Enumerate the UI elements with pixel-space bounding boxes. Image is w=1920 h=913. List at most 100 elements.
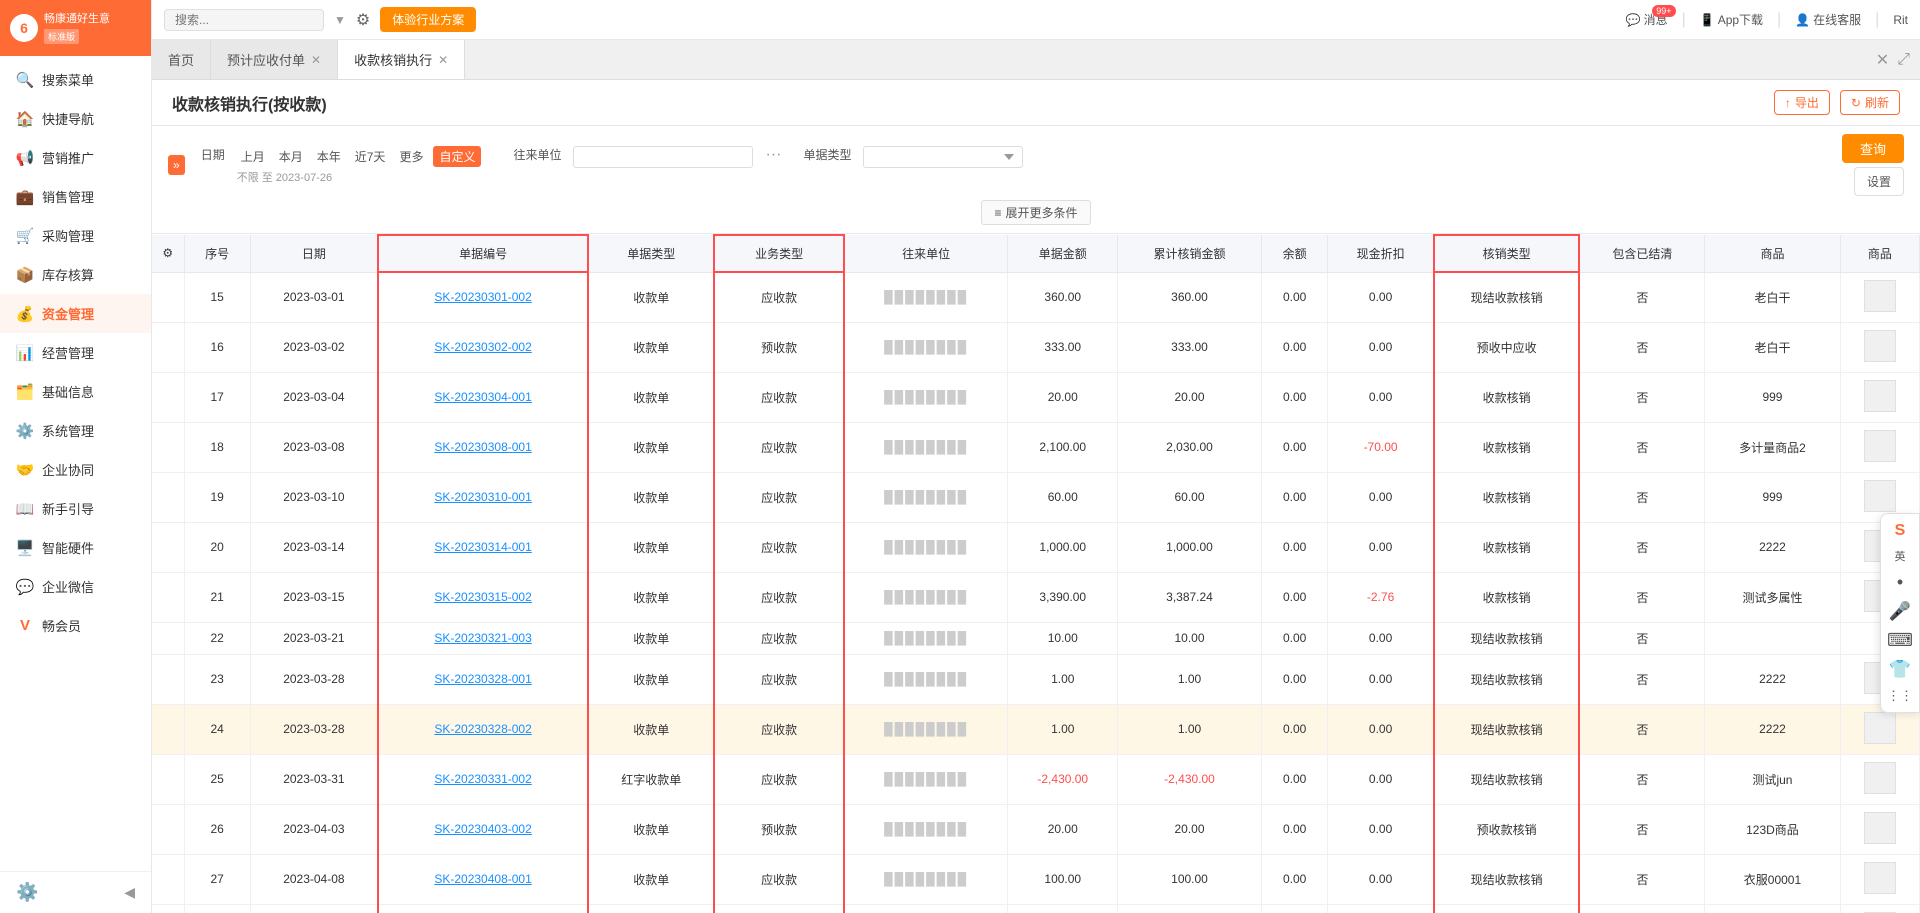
service-icon: 👤: [1795, 13, 1810, 27]
cell-discount: -70.00: [1328, 422, 1434, 472]
message-icon: 💬: [1626, 13, 1641, 27]
receipt-type-select[interactable]: [863, 146, 1023, 168]
cell-verified: 10.00: [1118, 622, 1262, 654]
cell-balance: 0.00: [1262, 572, 1328, 622]
cell-balance: 0.00: [1262, 322, 1328, 372]
date-opt-last-month[interactable]: 上月: [237, 146, 269, 167]
float-grid-icon[interactable]: ⋮⋮: [1887, 688, 1913, 704]
dropdown-arrow-icon[interactable]: ▼: [334, 13, 346, 27]
partner-input[interactable]: [573, 146, 753, 168]
cell-discount: 0.00: [1328, 322, 1434, 372]
sidebar-item-enterprise[interactable]: 🤝 企业协同: [0, 450, 151, 489]
doc-no-link[interactable]: SK-20230408-001: [434, 872, 531, 886]
tab-close-icon[interactable]: ✕: [1876, 50, 1889, 70]
sidebar-item-quick-nav[interactable]: 🏠 快捷导航: [0, 99, 151, 138]
main-area: ▼ ⚙ 体验行业方案 💬 消息 99+ | 📱 App下载 | 👤 在线客服 |…: [152, 0, 1920, 913]
logo-text: 畅康通好生意: [44, 12, 110, 26]
topbar-message-btn[interactable]: 💬 消息 99+: [1626, 11, 1668, 28]
sidebar-item-guide[interactable]: 📖 新手引导: [0, 489, 151, 528]
refresh-button[interactable]: ↻ 刷新: [1840, 90, 1900, 115]
topbar-username[interactable]: Rit: [1893, 13, 1908, 27]
doc-no-link[interactable]: SK-20230315-002: [434, 590, 531, 604]
doc-no-link[interactable]: SK-20230302-002: [434, 340, 531, 354]
topbar-gear-icon[interactable]: ⚙: [356, 10, 370, 30]
expand-conditions-button[interactable]: ≡ 展开更多条件: [981, 200, 1090, 225]
cell-no: 20: [184, 522, 250, 572]
cell-partner: ████████: [844, 372, 1008, 422]
cell-product: 2222: [1705, 704, 1840, 754]
cell-biz-type: 应收款: [714, 754, 843, 804]
sidebar-item-member[interactable]: V 畅会员: [0, 606, 151, 645]
expand-icon: ≡: [994, 206, 1001, 220]
cell-product: 123D商品: [1705, 804, 1840, 854]
tab-pending[interactable]: 预计应收付单 ✕: [211, 40, 338, 79]
tab-pending-close[interactable]: ✕: [311, 53, 321, 67]
cell-doc-no: SK-20230301-002: [378, 272, 588, 322]
sidebar-item-search[interactable]: 🔍 搜索菜单: [0, 60, 151, 99]
cell-product: 2222: [1705, 654, 1840, 704]
sales-icon: 💼: [16, 188, 34, 206]
industry-solution-button[interactable]: 体验行业方案: [380, 7, 476, 32]
topbar-app-download[interactable]: 📱 App下载: [1700, 11, 1763, 28]
cell-doc-no: SK-20230308-001: [378, 422, 588, 472]
tab-collection-close[interactable]: ✕: [438, 53, 448, 67]
topbar-online-service[interactable]: 👤 在线客服: [1795, 11, 1861, 28]
cell-product-img: [1840, 854, 1919, 904]
doc-no-link[interactable]: SK-20230328-002: [434, 722, 531, 736]
cell-no: 21: [184, 572, 250, 622]
doc-no-link[interactable]: SK-20230403-002: [434, 822, 531, 836]
sidebar-item-marketing[interactable]: 📢 营销推广: [0, 138, 151, 177]
col-header-gear[interactable]: ⚙: [152, 235, 184, 272]
sidebar-settings-icon[interactable]: ⚙️: [16, 882, 38, 903]
date-opt-this-year[interactable]: 本年: [313, 146, 345, 167]
float-s-icon[interactable]: S: [1887, 522, 1913, 540]
date-opt-this-month[interactable]: 本月: [275, 146, 307, 167]
doc-no-link[interactable]: SK-20230310-001: [434, 490, 531, 504]
cell-product-img: [1840, 322, 1919, 372]
product-thumbnail: [1864, 380, 1896, 412]
filter-toggle-button[interactable]: »: [168, 155, 185, 175]
float-keyboard-icon[interactable]: ⌨: [1887, 630, 1913, 651]
doc-no-link[interactable]: SK-20230328-001: [434, 672, 531, 686]
sidebar-item-inventory[interactable]: 📦 库存核算: [0, 255, 151, 294]
doc-no-link[interactable]: SK-20230304-001: [434, 390, 531, 404]
sidebar-item-system[interactable]: ⚙️ 系统管理: [0, 411, 151, 450]
sidebar-item-sales[interactable]: 💼 销售管理: [0, 177, 151, 216]
export-button[interactable]: ↑ 导出: [1774, 90, 1830, 115]
cell-gear: [152, 854, 184, 904]
product-thumbnail: [1864, 330, 1896, 362]
sidebar-item-purchase[interactable]: 🛒 采购管理: [0, 216, 151, 255]
cell-verify-type: 现结收款核销: [1434, 754, 1580, 804]
doc-no-link[interactable]: SK-20230308-001: [434, 440, 531, 454]
sidebar-item-finance[interactable]: 💰 资金管理: [0, 294, 151, 333]
date-opt-7days[interactable]: 近7天: [351, 146, 390, 167]
doc-no-link[interactable]: SK-20230331-002: [434, 772, 531, 786]
sidebar-item-operation[interactable]: 📊 经营管理: [0, 333, 151, 372]
float-mic-icon[interactable]: 🎤: [1887, 601, 1913, 622]
cell-no: 26: [184, 804, 250, 854]
cell-product: 2222: [1705, 904, 1840, 913]
cell-verify-type: 预收中应收: [1434, 322, 1580, 372]
cell-amount: 20.00: [1008, 804, 1118, 854]
cell-verified: 2,030.00: [1118, 422, 1262, 472]
tab-expand-icon[interactable]: ⤢: [1897, 51, 1910, 69]
float-dot-icon[interactable]: •: [1887, 572, 1913, 593]
topbar-search-input[interactable]: [164, 9, 324, 31]
tab-collection[interactable]: 收款核销执行 ✕: [338, 40, 465, 79]
query-button[interactable]: 查询: [1842, 134, 1904, 163]
sidebar-item-basic[interactable]: 🗂️ 基础信息: [0, 372, 151, 411]
cell-partner: ████████: [844, 322, 1008, 372]
sidebar-item-wechat[interactable]: 💬 企业微信: [0, 567, 151, 606]
date-opt-custom[interactable]: 自定义: [433, 146, 481, 167]
doc-no-link[interactable]: SK-20230314-001: [434, 540, 531, 554]
float-lang-icon[interactable]: 英: [1887, 548, 1913, 564]
doc-no-link[interactable]: SK-20230301-002: [434, 290, 531, 304]
sidebar-item-smart-hw[interactable]: 🖥️ 智能硬件: [0, 528, 151, 567]
doc-no-link[interactable]: SK-20230321-003: [434, 631, 531, 645]
tab-home[interactable]: 首页: [152, 40, 211, 79]
filter-dots[interactable]: ···: [765, 146, 781, 164]
float-tshirt-icon[interactable]: 👕: [1887, 659, 1913, 680]
sidebar-collapse-icon[interactable]: ◀: [124, 884, 135, 901]
settings-button[interactable]: 设置: [1854, 167, 1904, 196]
date-opt-more[interactable]: 更多: [395, 146, 427, 167]
